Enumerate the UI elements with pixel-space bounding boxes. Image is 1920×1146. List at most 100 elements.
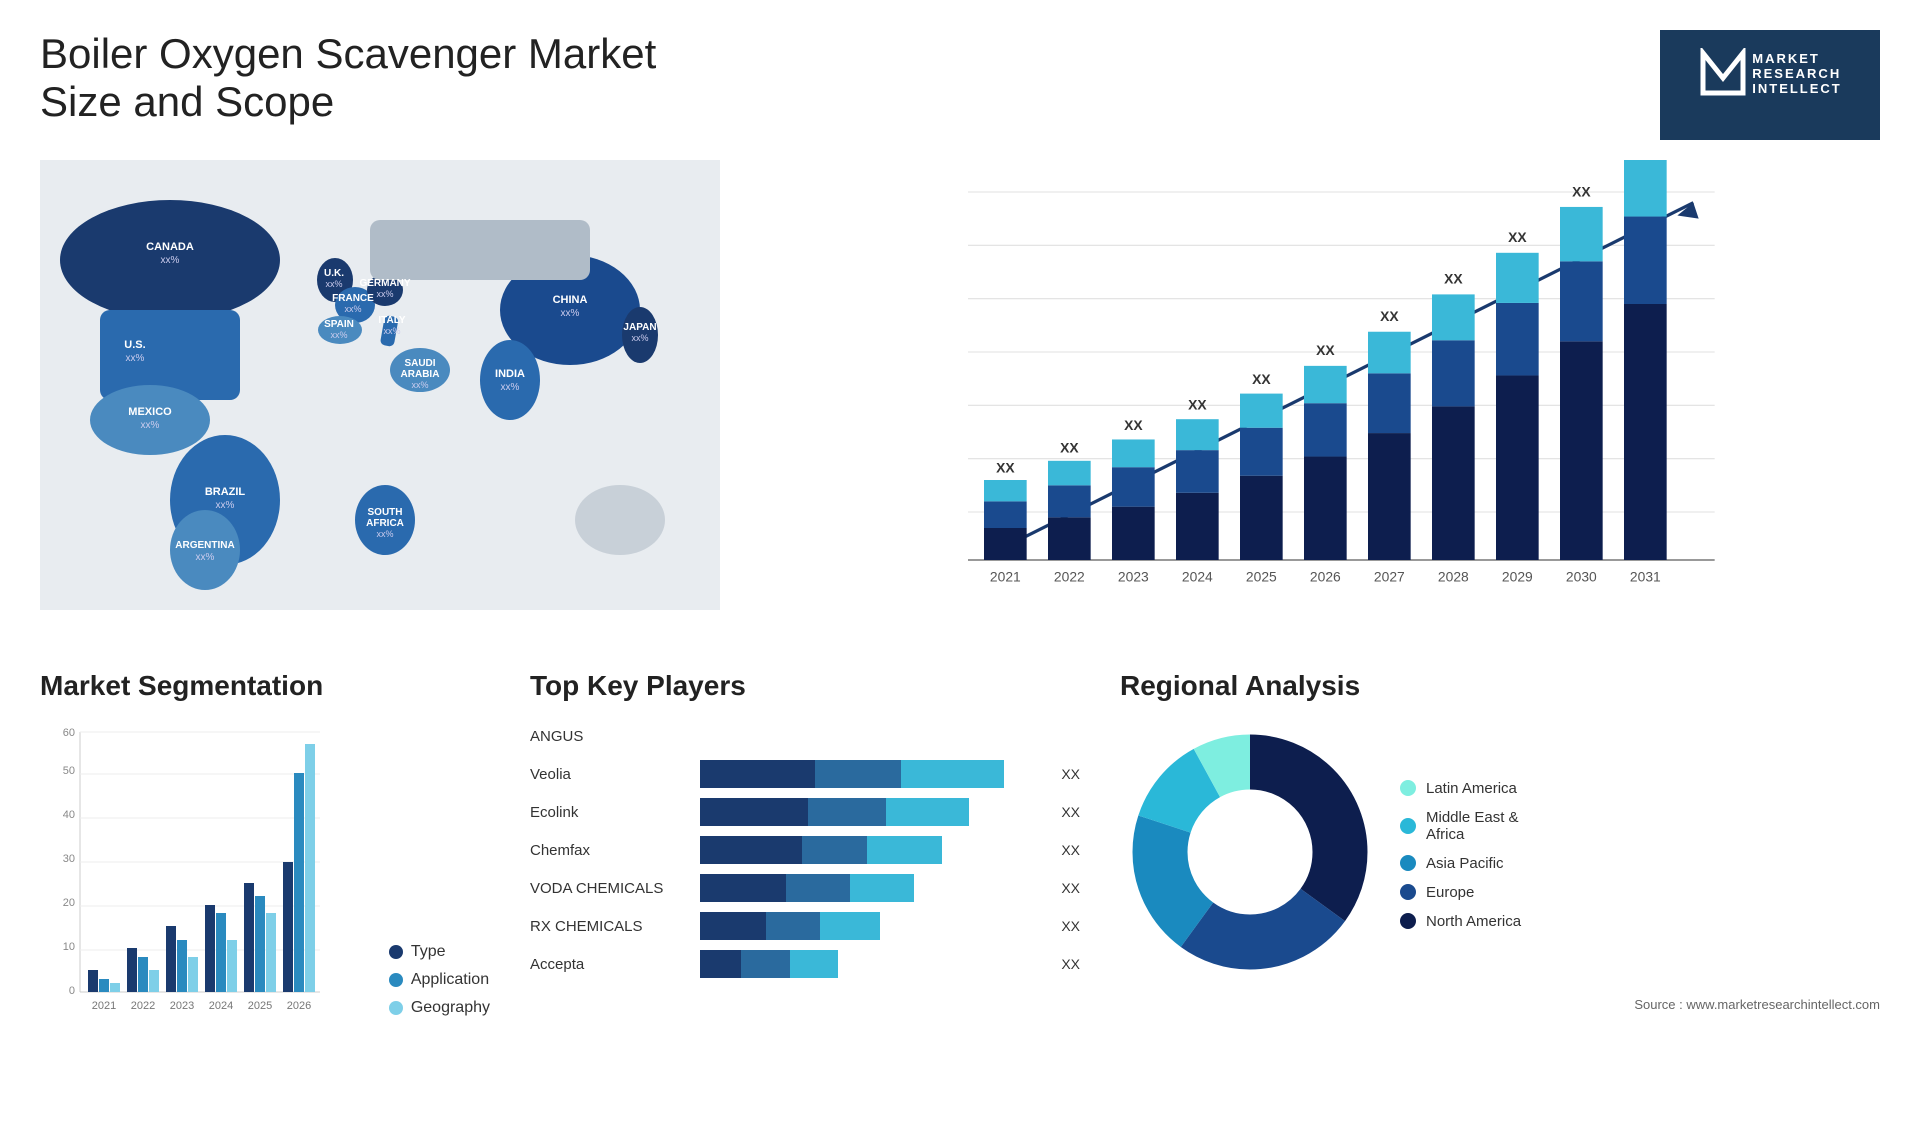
page: Boiler Oxygen Scavenger Market Size and … — [0, 0, 1920, 1146]
year-2031: 2031 — [1630, 568, 1661, 584]
player-bar-container-angus — [700, 722, 1080, 750]
val-italy: xx% — [383, 326, 400, 336]
legend-geography-label: Geography — [411, 999, 490, 1017]
ylabel-0: 0 — [69, 985, 75, 997]
label-spain: SPAIN — [324, 319, 354, 330]
year-2021: 2021 — [990, 568, 1021, 584]
world-map-container: CANADA xx% U.S. xx% MEXICO xx% BRAZIL xx… — [40, 160, 720, 610]
year-2026: 2026 — [1310, 568, 1341, 584]
donut-svg — [1120, 722, 1380, 982]
player-name-ecolink: Ecolink — [530, 804, 690, 821]
bar-label-2027: XX — [1380, 308, 1399, 324]
player-bar-ecolink — [700, 798, 1045, 826]
player-val-accepta: XX — [1061, 956, 1080, 972]
year-2027: 2027 — [1374, 568, 1405, 584]
bar-label-2028: XX — [1444, 271, 1463, 287]
label-saudi: SAUDI — [404, 358, 435, 369]
label-brazil: BRAZIL — [205, 486, 246, 498]
page-title: Boiler Oxygen Scavenger Market Size and … — [40, 30, 740, 126]
reg-label-europe: Europe — [1426, 884, 1474, 901]
year-2030: 2030 — [1566, 568, 1597, 584]
key-players-section: Top Key Players ANGUS Veolia — [530, 670, 1080, 1090]
regional-legend: Latin America Middle East &Africa Asia P… — [1400, 780, 1521, 930]
logo: MARKET RESEARCH INTELLECT — [1660, 30, 1880, 140]
val-mexico: xx% — [141, 420, 160, 431]
val-spain: xx% — [330, 330, 347, 340]
label-china: CHINA — [553, 294, 588, 306]
reg-legend-europe: Europe — [1400, 884, 1521, 901]
val-argentina: xx% — [196, 552, 215, 563]
player-name-chemfax: Chemfax — [530, 842, 690, 859]
player-val-veolia: XX — [1061, 766, 1080, 782]
seg-year-2024: 2024 — [209, 1000, 233, 1012]
player-val-voda: XX — [1061, 880, 1080, 896]
reg-legend-mea: Middle East &Africa — [1400, 809, 1521, 843]
label-germany: GERMANY — [359, 278, 410, 289]
legend-application-label: Application — [411, 971, 489, 989]
player-row-chemfax: Chemfax XX — [530, 836, 1080, 864]
player-name-angus: ANGUS — [530, 728, 690, 745]
year-2025: 2025 — [1246, 568, 1277, 584]
reg-label-latin: Latin America — [1426, 780, 1517, 797]
main-content: CANADA xx% U.S. xx% MEXICO xx% BRAZIL xx… — [40, 160, 1880, 1090]
label-india: INDIA — [495, 368, 525, 380]
reg-legend-na: North America — [1400, 913, 1521, 930]
chart-section: XX XX XX XX — [760, 160, 1880, 640]
player-bar-chemfax — [700, 836, 1045, 864]
player-row-ecolink: Ecolink XX — [530, 798, 1080, 826]
label-us: U.S. — [124, 339, 145, 351]
label-japan: JAPAN — [623, 322, 656, 333]
year-2023: 2023 — [1118, 568, 1149, 584]
val-japan: xx% — [631, 333, 648, 343]
seg-svg: 0 10 20 30 40 50 60 — [40, 722, 369, 1047]
val-saudi: xx% — [411, 380, 428, 390]
logo-line2: RESEARCH — [1752, 66, 1842, 81]
year-2024: 2024 — [1182, 568, 1213, 584]
ylabel-10: 10 — [63, 941, 75, 953]
ylabel-30: 30 — [63, 853, 75, 865]
val-china: xx% — [561, 308, 580, 319]
year-2022: 2022 — [1054, 568, 1085, 584]
year-2028: 2028 — [1438, 568, 1469, 584]
reg-label-mea: Middle East &Africa — [1426, 809, 1519, 843]
legend-geography-dot — [389, 1001, 403, 1015]
seg-chart-container: 0 10 20 30 40 50 60 — [40, 722, 490, 1047]
donut-chart — [1120, 722, 1380, 987]
val-uk: xx% — [325, 279, 342, 289]
val-southafrica: xx% — [376, 529, 393, 539]
label-southafrica: SOUTH — [368, 507, 403, 518]
bar-label-2029: XX — [1508, 229, 1527, 245]
player-row-angus: ANGUS — [530, 722, 1080, 750]
val-india: xx% — [501, 382, 520, 393]
reg-dot-na — [1400, 913, 1416, 929]
bar-label-2024: XX — [1188, 397, 1207, 413]
bar-label-2022: XX — [1060, 439, 1079, 455]
reg-label-na: North America — [1426, 913, 1521, 930]
reg-legend-latin: Latin America — [1400, 780, 1521, 797]
year-2029: 2029 — [1502, 568, 1533, 584]
label-argentina: ARGENTINA — [175, 540, 234, 551]
key-players-title: Top Key Players — [530, 670, 1080, 702]
player-row-rx: RX CHEMICALS XX — [530, 912, 1080, 940]
bar-label-2023: XX — [1124, 417, 1143, 433]
val-france: xx% — [344, 304, 361, 314]
source-text: Source : www.marketresearchintellect.com — [1120, 997, 1880, 1012]
reg-dot-europe — [1400, 884, 1416, 900]
world-map-svg: CANADA xx% U.S. xx% MEXICO xx% BRAZIL xx… — [40, 160, 720, 610]
logo-line1: MARKET — [1752, 51, 1842, 66]
logo-icon — [1698, 48, 1748, 98]
bar-chart-svg: XX XX XX XX — [760, 160, 1880, 640]
val-us: xx% — [126, 353, 145, 364]
bar-label-2025: XX — [1252, 371, 1271, 387]
regional-container: Latin America Middle East &Africa Asia P… — [1120, 722, 1880, 987]
ylabel-50: 50 — [63, 765, 75, 777]
player-name-voda: VODA CHEMICALS — [530, 880, 690, 897]
val-brazil: xx% — [216, 500, 235, 511]
legend-type-label: Type — [411, 943, 446, 961]
segmentation-title: Market Segmentation — [40, 670, 490, 702]
ylabel-20: 20 — [63, 897, 75, 909]
legend-application: Application — [389, 971, 490, 989]
reg-dot-apac — [1400, 855, 1416, 871]
reg-dot-mea — [1400, 818, 1416, 834]
legend-type-dot — [389, 945, 403, 959]
